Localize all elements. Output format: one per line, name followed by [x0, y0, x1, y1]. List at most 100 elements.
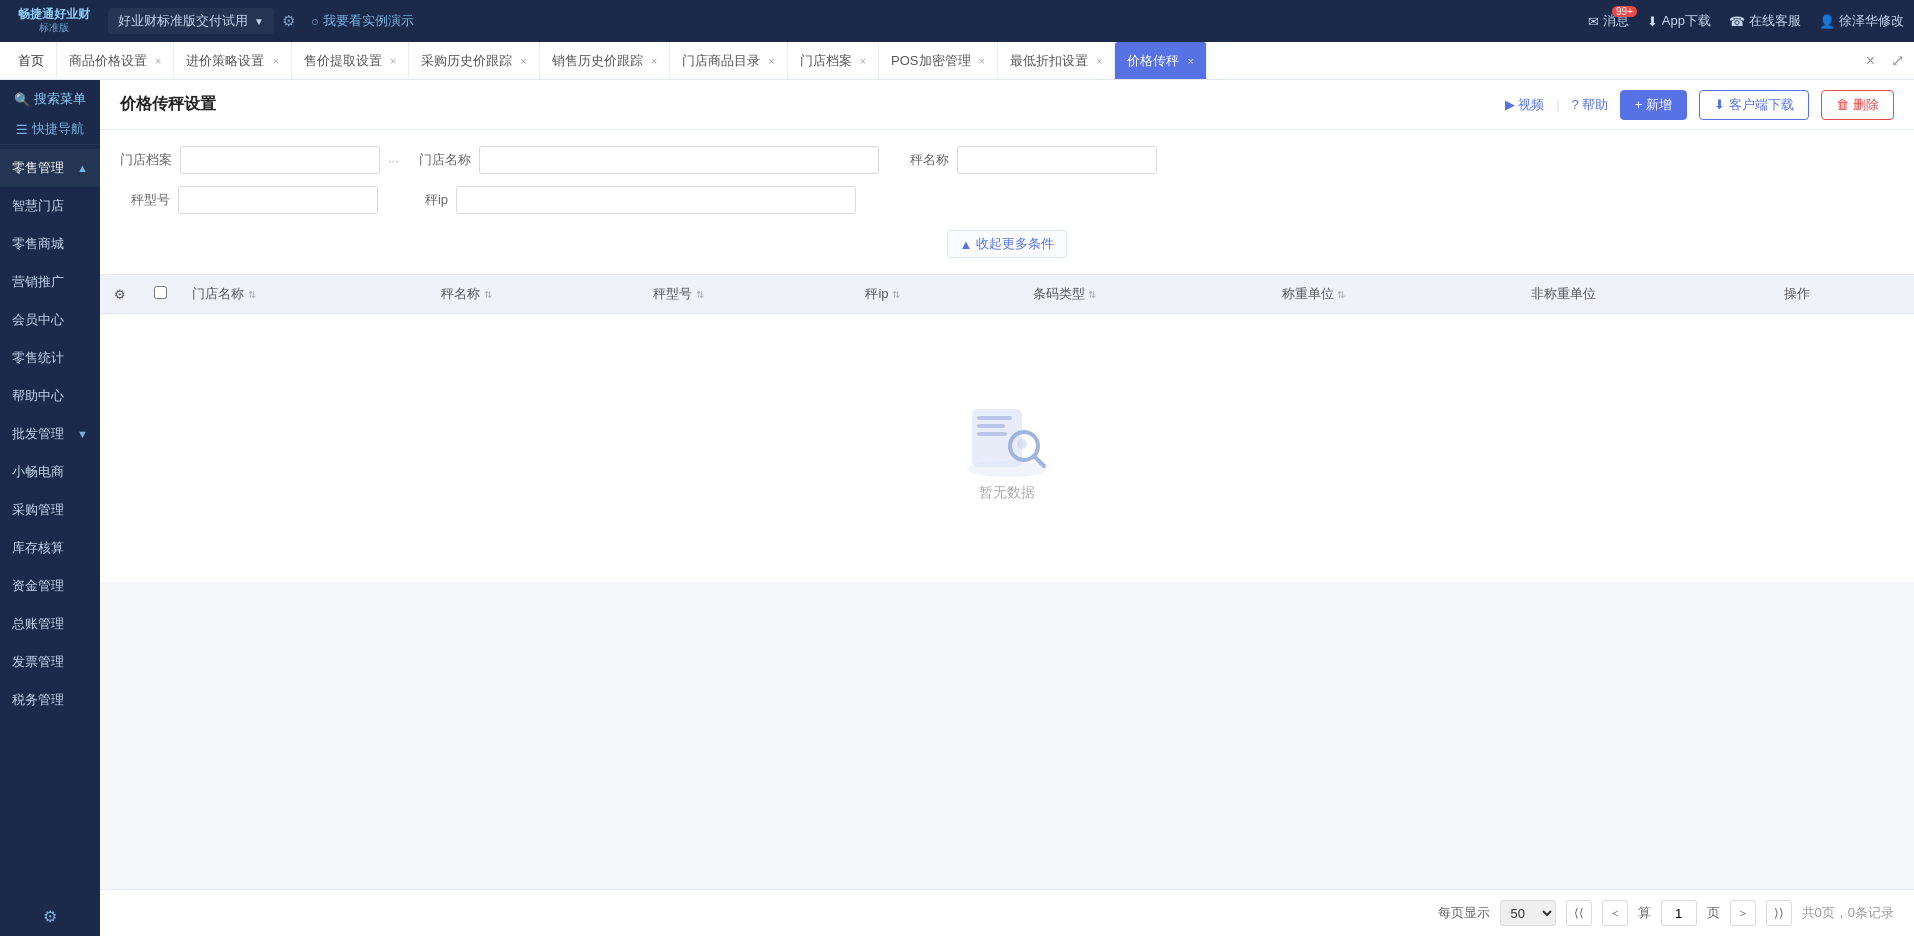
trash-icon: 🗑 — [1836, 97, 1849, 112]
tab-product-price[interactable]: 商品价格设置 × — [57, 42, 174, 80]
close-icon[interactable]: × — [390, 55, 396, 67]
sidebar-search[interactable]: 🔍 搜索菜单 — [0, 80, 100, 114]
scale-model-input[interactable] — [178, 186, 378, 214]
scale-name-input[interactable] — [957, 146, 1157, 174]
help-button[interactable]: ? 帮助 — [1572, 96, 1608, 114]
help-icon: ? — [1572, 97, 1579, 112]
close-tab-button[interactable]: × — [1862, 50, 1879, 72]
tab-store-archive[interactable]: 门店档案 × — [788, 42, 879, 80]
prev-page-button[interactable]: ＜ — [1602, 900, 1628, 926]
collapse-row: ▲ 收起更多条件 — [120, 226, 1894, 266]
sidebar-member-label: 会员中心 — [12, 311, 64, 329]
sort-icon[interactable]: ⇅ — [696, 289, 704, 300]
sidebar-item-purchase[interactable]: 采购管理 — [0, 491, 100, 529]
th-scale-model-label: 秤型号 — [653, 286, 692, 301]
th-checkbox[interactable] — [140, 275, 180, 314]
sidebar-item-ecommerce[interactable]: 小畅电商 — [0, 453, 100, 491]
tab-store-catalog[interactable]: 门店商品目录 × — [670, 42, 787, 80]
demo-icon: ○ — [311, 14, 319, 29]
app-download-button[interactable]: ⬇ App下载 — [1647, 12, 1711, 30]
th-store-name: 门店名称 ⇅ — [180, 275, 429, 314]
close-icon[interactable]: × — [860, 55, 866, 67]
app-title: 畅捷通好业财 — [18, 7, 90, 21]
store-archive-input[interactable] — [180, 146, 380, 174]
user-menu[interactable]: 👤 徐泽华修改 — [1819, 12, 1904, 30]
tab-purchase-strategy[interactable]: 进价策略设置 × — [174, 42, 291, 80]
tab-store-archive-label: 门店档案 — [800, 52, 852, 70]
sidebar-item-member[interactable]: 会员中心 — [0, 301, 100, 339]
sidebar-bottom: ⚙ — [0, 897, 100, 936]
sort-icon[interactable]: ⇅ — [1088, 289, 1096, 300]
sidebar-item-finance[interactable]: 资金管理 — [0, 567, 100, 605]
sidebar-retail-stats-label: 零售统计 — [12, 349, 64, 367]
sort-icon[interactable]: ⇅ — [892, 289, 900, 300]
close-icon[interactable]: × — [979, 55, 985, 67]
sidebar-quick-nav[interactable]: ☰ 快捷导航 — [0, 114, 100, 145]
sort-icon[interactable]: ⇅ — [484, 289, 492, 300]
sidebar-item-retail-mall[interactable]: 零售商城 — [0, 225, 100, 263]
scale-ip-input[interactable] — [456, 186, 856, 214]
svg-rect-4 — [977, 432, 1007, 436]
sidebar-settings-icon[interactable]: ⚙ — [43, 907, 57, 926]
close-icon[interactable]: × — [768, 55, 774, 67]
close-icon[interactable]: × — [1096, 55, 1102, 67]
close-icon[interactable]: × — [1187, 55, 1193, 67]
maximize-tab-button[interactable]: ⤢ — [1887, 49, 1908, 72]
sidebar-finance-label: 资金管理 — [12, 577, 64, 595]
sidebar-item-smart-store[interactable]: 智慧门店 — [0, 187, 100, 225]
messages-button[interactable]: ✉ 消息 99+ — [1588, 12, 1629, 30]
sidebar-item-tax[interactable]: 税务管理 — [0, 681, 100, 719]
sidebar-item-marketing[interactable]: 营销推广 — [0, 263, 100, 301]
sidebar-retail-label: 零售管理 — [12, 159, 64, 177]
per-page-select[interactable]: 50 10 20 100 — [1500, 900, 1556, 926]
settings-icon[interactable]: ⚙ — [282, 12, 295, 30]
close-icon[interactable]: × — [155, 55, 161, 67]
sidebar-item-retail-stats[interactable]: 零售统计 — [0, 339, 100, 377]
scale-name-label: 秤名称 — [899, 151, 949, 169]
more-icon[interactable]: ··· — [388, 153, 399, 168]
close-icon[interactable]: × — [651, 55, 657, 67]
collapse-button[interactable]: ▲ 收起更多条件 — [947, 230, 1068, 258]
th-settings[interactable]: ⚙ — [100, 275, 140, 314]
version-dropdown[interactable]: 好业财标准版交付试用 ▼ — [108, 8, 274, 34]
table-footer: 每页显示 50 10 20 100 ⟨⟨ ＜ 算 页 ＞ ⟩⟩ 共0页，0条记录 — [100, 889, 1914, 936]
last-page-button[interactable]: ⟩⟩ — [1766, 900, 1792, 926]
sidebar-item-retail-mgmt[interactable]: 零售管理 ▲ — [0, 149, 100, 187]
sidebar-item-help[interactable]: 帮助中心 — [0, 377, 100, 415]
close-icon[interactable]: × — [272, 55, 278, 67]
video-button[interactable]: ▶ 视频 — [1505, 96, 1544, 114]
page-number-input[interactable] — [1661, 900, 1697, 926]
sidebar-item-ledger[interactable]: 总账管理 — [0, 605, 100, 643]
sidebar-item-invoice[interactable]: 发票管理 — [0, 643, 100, 681]
select-all-checkbox[interactable] — [154, 286, 167, 299]
sidebar-item-wholesale[interactable]: 批发管理 ▼ — [0, 415, 100, 453]
download-button[interactable]: ⬇ 客户端下载 — [1699, 90, 1809, 120]
sort-icon[interactable]: ⇅ — [248, 289, 256, 300]
tab-purchase-history[interactable]: 采购历史价跟踪 × — [409, 42, 539, 80]
first-page-button[interactable]: ⟨⟨ — [1566, 900, 1592, 926]
table-container: ⚙ 门店名称 ⇅ 秤名称 ⇅ — [100, 275, 1914, 582]
add-button[interactable]: + 新增 — [1620, 90, 1687, 120]
next-page-button[interactable]: ＞ — [1730, 900, 1756, 926]
page-label: 算 — [1638, 904, 1651, 922]
form-row-1: 门店档案 ··· 门店名称 秤名称 — [120, 146, 1894, 174]
chevron-down-icon: ▼ — [254, 16, 264, 27]
tab-sale-price[interactable]: 售价提取设置 × — [292, 42, 409, 80]
store-name-input[interactable] — [479, 146, 879, 174]
delete-button[interactable]: 🗑 删除 — [1821, 90, 1894, 120]
tab-min-discount[interactable]: 最低折扣设置 × — [998, 42, 1115, 80]
sidebar-purchase-label: 采购管理 — [12, 501, 64, 519]
empty-state: 暂无数据 — [100, 314, 1914, 582]
tab-price-scale[interactable]: 价格传秤 × — [1115, 42, 1206, 80]
online-service-button[interactable]: ☎ 在线客服 — [1729, 12, 1801, 30]
arrow-down-icon: ▼ — [77, 428, 88, 440]
tab-pos-mgmt[interactable]: POS加密管理 × — [879, 42, 998, 80]
demo-button[interactable]: ○ 我要看实例演示 — [311, 12, 414, 30]
user-icon: 👤 — [1819, 14, 1835, 29]
close-icon[interactable]: × — [520, 55, 526, 67]
sidebar-tax-label: 税务管理 — [12, 691, 64, 709]
sidebar-item-inventory[interactable]: 库存核算 — [0, 529, 100, 567]
tab-sales-history[interactable]: 销售历史价跟踪 × — [540, 42, 670, 80]
sort-icon[interactable]: ⇅ — [1337, 289, 1345, 300]
tab-home[interactable]: 首页 — [6, 42, 57, 80]
